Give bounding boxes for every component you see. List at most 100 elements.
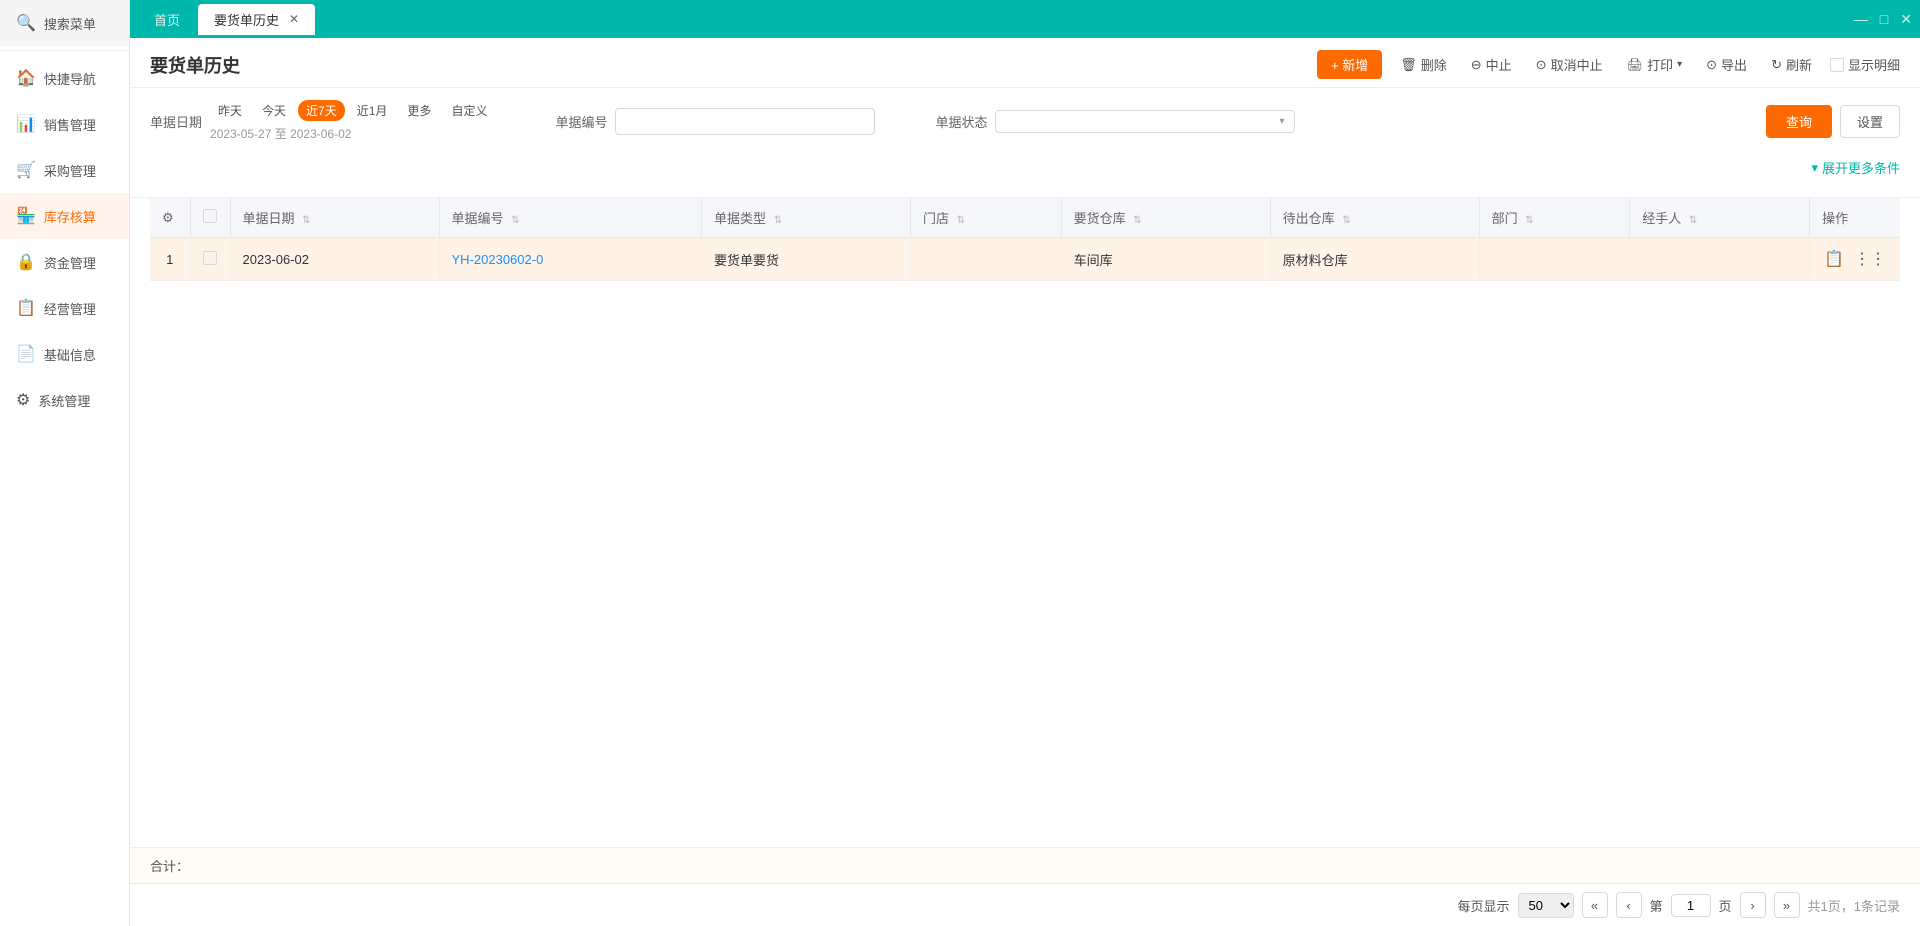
tab-order-history-label: 要货单历史 (214, 10, 279, 29)
th-bill-type[interactable]: 单据类型 ⇅ (701, 198, 910, 238)
refresh-icon: ↻ (1771, 57, 1782, 73)
sidebar-item-label-purchase: 采购管理 (44, 161, 96, 180)
suspend-icon: ⊖ (1471, 57, 1482, 73)
sidebar-item-quick-nav[interactable]: 🏠 快捷导航 (0, 55, 129, 101)
sidebar-item-label-sales: 销售管理 (44, 115, 96, 134)
prev-page-button[interactable]: ‹ (1616, 892, 1642, 918)
date-btn-yesterday[interactable]: 昨天 (210, 100, 250, 121)
date-btn-7days[interactable]: 近7天 (298, 100, 345, 121)
page-suffix: 页 (1719, 896, 1732, 915)
date-btn-custom[interactable]: 自定义 (443, 100, 495, 121)
sidebar-item-label-inventory: 库存核算 (44, 207, 96, 226)
total-label: 合计： (150, 856, 189, 875)
th-actions: 操作 (1810, 198, 1900, 238)
refresh-button[interactable]: ↻ 刷新 (1765, 51, 1818, 78)
sidebar-item-label-finance: 资金管理 (44, 253, 96, 272)
sidebar-item-inventory[interactable]: 🏪 库存核算 (0, 193, 129, 239)
th-dest-warehouse[interactable]: 待出仓库 ⇅ (1270, 198, 1479, 238)
page-header: 要货单历史 + 新增 🗑 删除 ⊖ 中止 ⊙ 取消中止 (130, 38, 1920, 88)
top-nav: 首页 要货单历史 ✕ — □ ✕ (130, 0, 1920, 38)
date-range-text: 2023-05-27 至 2023-06-02 (210, 125, 495, 142)
status-select[interactable]: ▾ (995, 110, 1295, 133)
cancel-suspend-button[interactable]: ⊙ 取消中止 (1530, 51, 1609, 78)
bill-no-link[interactable]: YH-20230602-0 (452, 252, 544, 267)
print-dropdown-icon: ▾ (1677, 59, 1682, 70)
edit-icon[interactable]: 📋 (1822, 247, 1846, 271)
page-input[interactable] (1671, 894, 1711, 917)
first-page-button[interactable]: « (1582, 892, 1608, 918)
add-button[interactable]: + 新增 (1317, 50, 1382, 79)
tab-order-history[interactable]: 要货单历史 ✕ (198, 4, 315, 35)
prev-page-icon: ‹ (1626, 898, 1630, 913)
total-info: 共1页，1条记录 (1808, 896, 1900, 915)
next-page-button[interactable]: › (1740, 892, 1766, 918)
sidebar-search-label: 搜索菜单 (44, 14, 96, 33)
export-button[interactable]: ⊙ 导出 (1700, 51, 1753, 78)
expand-more-btn[interactable]: ▾ 展开更多条件 (1811, 150, 1900, 185)
row-checkbox[interactable] (203, 251, 217, 265)
td-bill-no: YH-20230602-0 (439, 238, 701, 281)
query-button[interactable]: 查询 (1766, 105, 1832, 138)
th-gear[interactable]: ⚙ (150, 198, 190, 238)
sort-icon-dept: ⇅ (1525, 215, 1533, 226)
tab-close-icon[interactable]: ✕ (289, 12, 299, 26)
chevron-down-icon-expand: ▾ (1811, 160, 1818, 176)
last-page-button[interactable]: » (1774, 892, 1800, 918)
td-date: 2023-06-02 (230, 238, 439, 281)
sort-icon-handler: ⇅ (1689, 215, 1697, 226)
th-date[interactable]: 单据日期 ⇅ (230, 198, 439, 238)
suspend-button[interactable]: ⊖ 中止 (1465, 51, 1518, 78)
sidebar-search[interactable]: 🔍 搜索菜单 (0, 0, 129, 46)
system-icon: ⚙ (16, 390, 30, 410)
export-icon: ⊙ (1706, 57, 1717, 73)
sidebar-item-finance[interactable]: 🔒 资金管理 (0, 239, 129, 285)
sidebar-item-operations[interactable]: 📋 经营管理 (0, 285, 129, 331)
delete-button[interactable]: 🗑 删除 (1394, 51, 1453, 78)
sidebar-item-sales[interactable]: 📊 销售管理 (0, 101, 129, 147)
print-button[interactable]: 🖨 打印 ▾ (1621, 51, 1689, 78)
date-btn-more[interactable]: 更多 (399, 100, 439, 121)
th-bill-no[interactable]: 单据编号 ⇅ (439, 198, 701, 238)
sidebar-item-base-info[interactable]: 📄 基础信息 (0, 331, 129, 377)
finance-icon: 🔒 (16, 252, 36, 272)
toolbar: + 新增 🗑 删除 ⊖ 中止 ⊙ 取消中止 🖨 打 (1317, 50, 1900, 79)
settings-button[interactable]: 设置 (1840, 105, 1900, 138)
minimize-icon[interactable]: — (1854, 11, 1868, 27)
close-icon[interactable]: ✕ (1900, 11, 1912, 28)
td-bill-type: 要货单要货 (701, 238, 910, 281)
page-jump-label: 第 (1650, 896, 1663, 915)
chevron-down-icon: ▾ (1279, 116, 1284, 127)
td-dest-warehouse: 原材料仓库 (1270, 238, 1479, 281)
sidebar-item-label-quick-nav: 快捷导航 (44, 69, 96, 88)
show-detail-toggle[interactable]: 显示明细 (1830, 55, 1900, 74)
select-all-checkbox[interactable] (203, 209, 217, 223)
maximize-icon[interactable]: □ (1880, 11, 1888, 27)
filter-bar: 单据日期 昨天 今天 近7天 近1月 更多 自定义 2023-05-27 至 2… (130, 88, 1920, 198)
last-page-icon: » (1783, 898, 1790, 913)
purchase-icon: 🛒 (16, 160, 36, 180)
th-req-warehouse[interactable]: 要货仓库 ⇅ (1061, 198, 1270, 238)
tab-home[interactable]: 首页 (138, 4, 196, 35)
checkbox-show-detail[interactable] (1830, 58, 1844, 72)
data-table: ⚙ 单据日期 ⇅ 单据编号 ⇅ (150, 198, 1900, 281)
sidebar-item-system[interactable]: ⚙ 系统管理 (0, 377, 129, 423)
th-store[interactable]: 门店 ⇅ (910, 198, 1061, 238)
per-page-select[interactable]: 10 20 50 100 (1518, 893, 1574, 918)
bill-no-input[interactable] (615, 108, 875, 135)
sidebar-item-purchase[interactable]: 🛒 采购管理 (0, 147, 129, 193)
th-dept[interactable]: 部门 ⇅ (1479, 198, 1630, 238)
tab-home-label: 首页 (154, 13, 180, 28)
gear-settings-icon[interactable]: ⚙ (162, 210, 174, 225)
date-quick-btns: 昨天 今天 近7天 近1月 更多 自定义 (210, 100, 495, 121)
operations-icon: 📋 (16, 298, 36, 318)
sidebar: 🔍 搜索菜单 🏠 快捷导航 📊 销售管理 🛒 采购管理 🏪 库存核算 🔒 资金管… (0, 0, 130, 926)
search-icon: 🔍 (16, 13, 36, 33)
th-handler[interactable]: 经手人 ⇅ (1630, 198, 1810, 238)
date-btn-1month[interactable]: 近1月 (349, 100, 396, 121)
more-icon[interactable]: ⋮⋮ (1852, 247, 1888, 271)
inventory-icon: 🏪 (16, 206, 36, 226)
table-footer: 合计： (130, 847, 1920, 883)
date-btn-today[interactable]: 今天 (254, 100, 294, 121)
page-title: 要货单历史 (150, 52, 240, 78)
main-area: 首页 要货单历史 ✕ — □ ✕ 要货单历史 + 新增 🗑 (130, 0, 1920, 926)
